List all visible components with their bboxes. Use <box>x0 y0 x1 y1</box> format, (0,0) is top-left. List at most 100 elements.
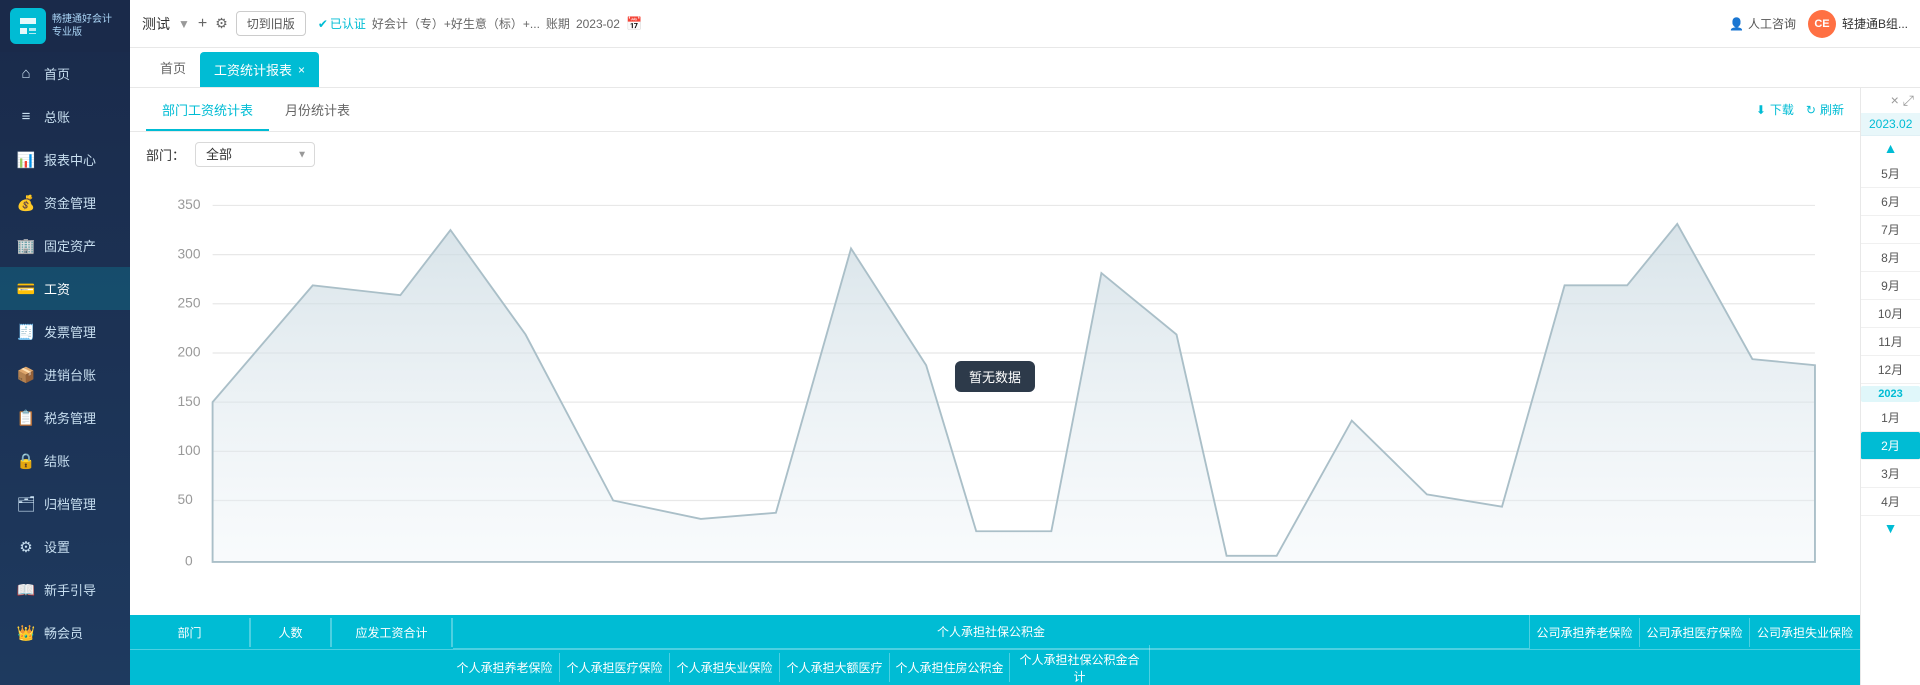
right-panel-expand-button[interactable]: ⤢ <box>1903 92 1914 109</box>
refresh-button[interactable]: ↻ 刷新 <box>1806 101 1844 118</box>
sidebar-item-settings[interactable]: ⚙ 设置 <box>0 525 130 568</box>
month-7[interactable]: 7月 <box>1861 216 1920 244</box>
month-4[interactable]: 4月 <box>1861 488 1920 516</box>
svg-text:100: 100 <box>178 443 201 458</box>
sidebar-item-tax[interactable]: 📋 税务管理 <box>0 396 130 439</box>
topbar-dropdown-arrow[interactable]: ▼ <box>178 17 190 31</box>
sidebar-item-assets[interactable]: 🏢 固定资产 <box>0 224 130 267</box>
ledger-icon: ≡ <box>16 108 36 125</box>
sidebar-item-archive[interactable]: 🗂 归档管理 <box>0 482 130 525</box>
sidebar-item-funds[interactable]: 💰 资金管理 <box>0 181 130 224</box>
svg-text:50: 50 <box>178 492 194 507</box>
sidebar-item-label: 税务管理 <box>44 408 96 427</box>
certified-badge: ✔ 已认证 <box>318 15 366 32</box>
sidebar-item-invoices[interactable]: 🧾 发票管理 <box>0 310 130 353</box>
topbar-title: 测试 <box>142 14 170 34</box>
month-1[interactable]: 1月 <box>1861 404 1920 432</box>
topbar-add-button[interactable]: + <box>198 15 207 33</box>
month-2-active[interactable]: 2月 <box>1861 432 1920 460</box>
filter-bar: 部门： 全部 <box>130 132 1860 177</box>
user-menu[interactable]: CE 轻捷通B组... <box>1808 10 1908 38</box>
chart-svg: 350 300 250 200 150 100 50 0 <box>150 187 1840 605</box>
certified-icon: ✔ <box>318 17 328 31</box>
tax-icon: 📋 <box>16 409 36 427</box>
th-personal-unemployment: 个人承担失业保险 <box>670 653 780 682</box>
download-icon: ⬇ <box>1756 103 1766 117</box>
sidebar-item-vip[interactable]: 👑 畅会员 <box>0 611 130 654</box>
sidebar-item-sales[interactable]: 📦 进销台账 <box>0 353 130 396</box>
th-personal-medical: 个人承担医疗保险 <box>560 653 670 682</box>
sub-tab-dept[interactable]: 部门工资统计表 <box>146 90 269 131</box>
sidebar-item-label: 工资 <box>44 279 70 298</box>
calendar-icon[interactable]: 📅 <box>626 16 642 32</box>
date-year-display: 2023.02 <box>1861 113 1920 136</box>
payroll-icon: 💳 <box>16 280 36 298</box>
filter-select-wrapper: 全部 <box>195 142 315 167</box>
sidebar-item-label: 结账 <box>44 451 70 470</box>
sidebar: 畅捷通好会计 专业版 ⌂ 首页 ≡ 总账 📊 报表中心 💰 资金管理 🏢 固定资… <box>0 0 130 685</box>
vip-icon: 👑 <box>16 624 36 642</box>
period-label: 账期 <box>546 15 570 32</box>
sub-tabs: 部门工资统计表 月份统计表 ⬇ 下载 ↻ 刷新 <box>130 88 1860 132</box>
tab-home[interactable]: 首页 <box>146 50 200 87</box>
sidebar-item-label: 总账 <box>44 107 70 126</box>
consult-button[interactable]: 👤 人工咨询 <box>1729 15 1796 32</box>
svg-text:0: 0 <box>185 554 193 569</box>
funds-icon: 💰 <box>16 194 36 212</box>
archive-icon: 🗂 <box>16 495 36 513</box>
month-10[interactable]: 10月 <box>1861 300 1920 328</box>
sidebar-item-label: 固定资产 <box>44 236 96 255</box>
sidebar-item-guide[interactable]: 📖 新手引导 <box>0 568 130 611</box>
closing-icon: 🔒 <box>16 452 36 470</box>
th-group-personal: 个人承担社保公积金 <box>453 615 1529 649</box>
sidebar-item-home[interactable]: ⌂ 首页 <box>0 52 130 95</box>
download-button[interactable]: ⬇ 下载 <box>1756 101 1794 118</box>
svg-text:200: 200 <box>178 345 201 360</box>
user-avatar: CE <box>1808 10 1836 38</box>
logo-icon <box>10 8 46 44</box>
table-header-row2: 个人承担养老保险 个人承担医疗保险 个人承担失业保险 个人承担大额医疗 个人承担… <box>450 650 1860 685</box>
tab-close-button[interactable]: × <box>298 63 305 77</box>
sidebar-item-label: 归档管理 <box>44 494 96 513</box>
sidebar-item-label: 首页 <box>44 64 70 83</box>
th-dept: 部门 <box>130 618 250 647</box>
logo-text: 畅捷通好会计 专业版 <box>52 13 112 39</box>
th-company-unemployment: 公司承担失业保险 <box>1750 618 1860 647</box>
svg-text:150: 150 <box>178 394 201 409</box>
topbar-switch-button[interactable]: 切到旧版 <box>236 11 306 36</box>
sidebar-item-label: 畅会员 <box>44 623 83 642</box>
month-3[interactable]: 3月 <box>1861 460 1920 488</box>
chart-container: 350 300 250 200 150 100 50 0 <box>130 177 1860 615</box>
year-badge: 2023 <box>1861 386 1920 402</box>
sub-tab-monthly[interactable]: 月份统计表 <box>269 90 366 131</box>
tab-payroll-report[interactable]: 工资统计报表 × <box>200 52 319 87</box>
month-6[interactable]: 6月 <box>1861 188 1920 216</box>
consult-icon: 👤 <box>1729 17 1744 31</box>
th-personal-housing: 个人承担住房公积金 <box>890 653 1010 682</box>
sidebar-item-label: 发票管理 <box>44 322 96 341</box>
main-area: 测试 ▼ + ⚙ 切到旧版 ✔ 已认证 好会计（专）+好生意（标）+... 账期… <box>130 0 1920 685</box>
table-header: 部门 人数 应发工资合计 <box>130 615 1860 685</box>
topbar-badges: ✔ 已认证 好会计（专）+好生意（标）+... 账期 2023-02 📅 <box>318 15 642 32</box>
right-panel-close-button[interactable]: × <box>1891 92 1899 109</box>
department-select[interactable]: 全部 <box>195 142 315 167</box>
topbar-settings-button[interactable]: ⚙ <box>215 15 228 32</box>
content-area: 部门工资统计表 月份统计表 ⬇ 下载 ↻ 刷新 <box>130 88 1920 685</box>
month-5[interactable]: 5月 <box>1861 160 1920 188</box>
svg-text:250: 250 <box>178 296 201 311</box>
sidebar-item-ledger[interactable]: ≡ 总账 <box>0 95 130 138</box>
month-8[interactable]: 8月 <box>1861 244 1920 272</box>
month-11[interactable]: 11月 <box>1861 328 1920 356</box>
sidebar-item-closing[interactable]: 🔒 结账 <box>0 439 130 482</box>
date-nav-up[interactable]: ▲ <box>1861 136 1920 160</box>
month-12[interactable]: 12月 <box>1861 356 1920 384</box>
month-9[interactable]: 9月 <box>1861 272 1920 300</box>
th-personal-pension: 个人承担养老保险 <box>450 653 560 682</box>
sales-icon: 📦 <box>16 366 36 384</box>
sidebar-item-reports[interactable]: 📊 报表中心 <box>0 138 130 181</box>
th-personal-bigmedical: 个人承担大额医疗 <box>780 653 890 682</box>
sidebar-item-payroll[interactable]: 💳 工资 <box>0 267 130 310</box>
topbar: 测试 ▼ + ⚙ 切到旧版 ✔ 已认证 好会计（专）+好生意（标）+... 账期… <box>130 0 1920 48</box>
date-nav-down[interactable]: ▼ <box>1861 516 1920 540</box>
user-name: 轻捷通B组... <box>1842 15 1908 32</box>
